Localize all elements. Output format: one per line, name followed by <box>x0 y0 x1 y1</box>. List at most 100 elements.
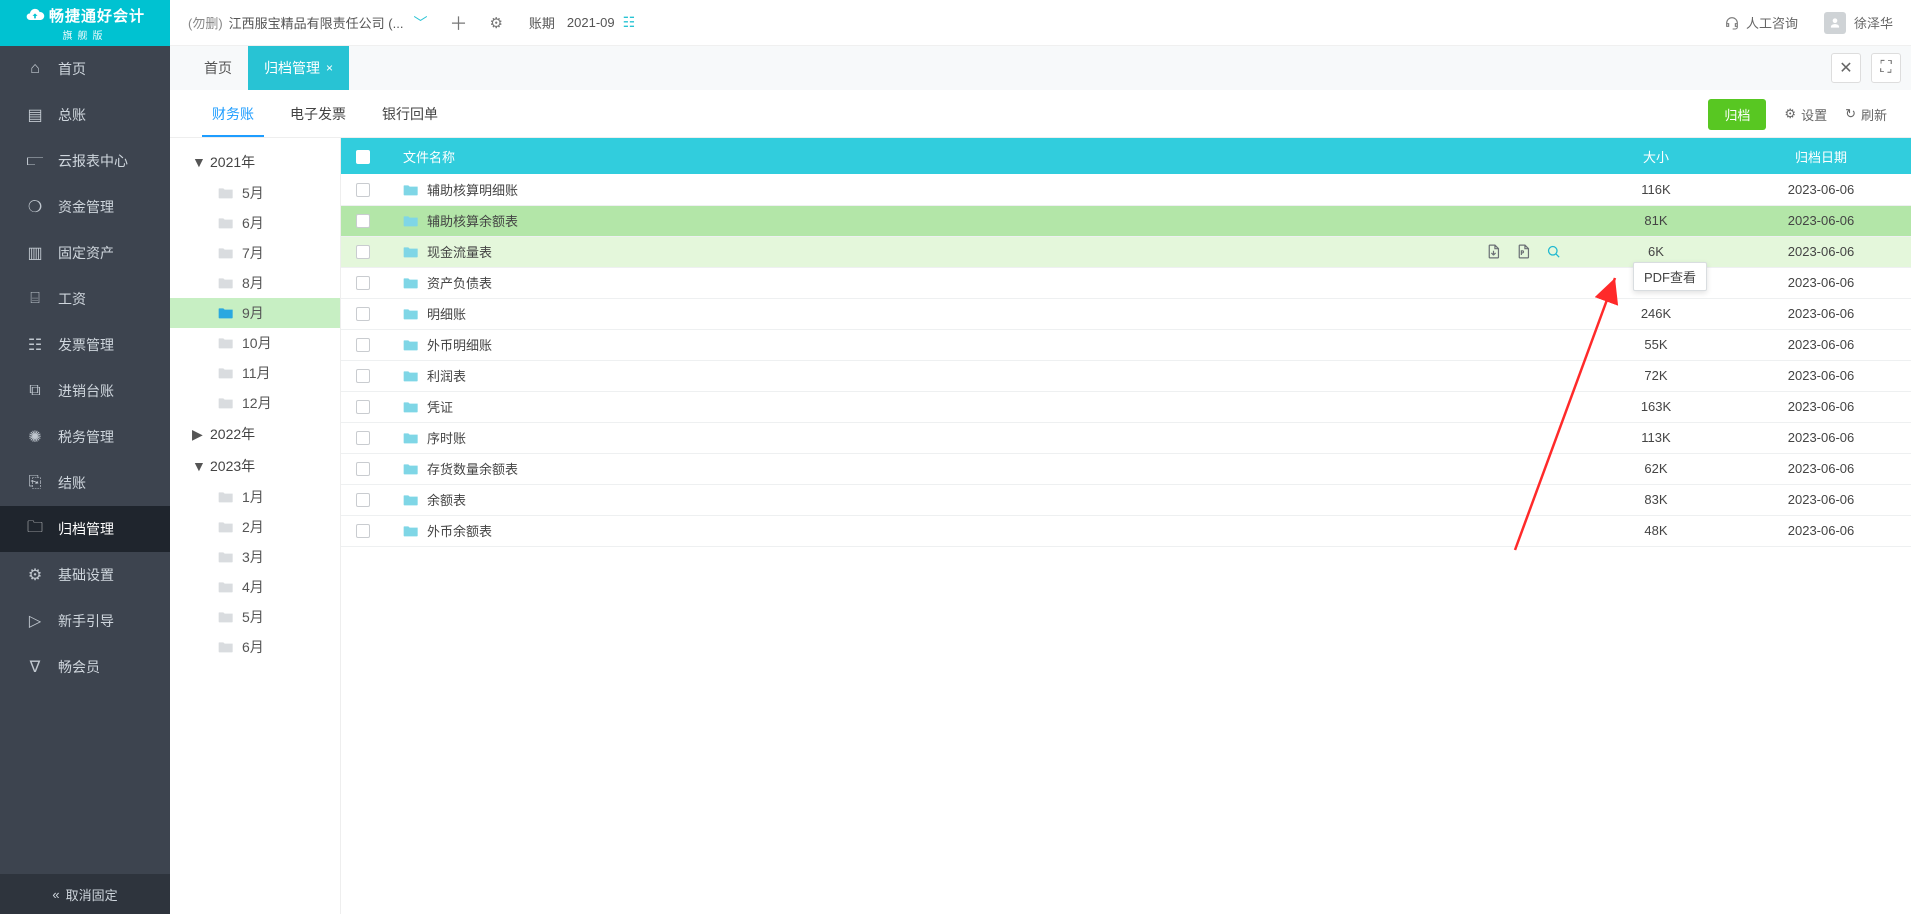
sidebar-item-guide[interactable]: ▷新手引导 <box>0 598 170 644</box>
row-date: 2023-06-06 <box>1731 515 1911 546</box>
folder-icon <box>218 366 234 380</box>
tree-month-label: 4月 <box>242 577 264 597</box>
col-size[interactable]: 大小 <box>1581 138 1731 174</box>
tree-year[interactable]: ▼2023年 <box>170 450 340 482</box>
refresh-link[interactable]: ↻刷新 <box>1845 105 1887 124</box>
row-size: 116K <box>1581 174 1731 205</box>
sidebar-item-ledger[interactable]: ▤总账 <box>0 92 170 138</box>
col-checkbox[interactable] <box>341 138 385 174</box>
subtab-1[interactable]: 电子发票 <box>272 91 364 137</box>
sidebar-item-fund[interactable]: ❍资金管理 <box>0 184 170 230</box>
tree-month[interactable]: 6月 <box>170 208 340 238</box>
sidebar-item-home[interactable]: ⌂首页 <box>0 46 170 92</box>
table-row[interactable]: 凭证 163K 2023-06-06 <box>341 391 1911 422</box>
tree-month[interactable]: 3月 <box>170 542 340 572</box>
headset-icon <box>1724 15 1740 31</box>
tree-year[interactable]: ▶2022年 <box>170 418 340 450</box>
tree-month[interactable]: 10月 <box>170 328 340 358</box>
row-checkbox[interactable] <box>341 174 385 205</box>
tree-month[interactable]: 5月 <box>170 602 340 632</box>
tree-month[interactable]: 4月 <box>170 572 340 602</box>
row-checkbox[interactable] <box>341 236 385 267</box>
folder-icon <box>218 550 234 564</box>
user-menu[interactable]: 徐泽华 <box>1824 12 1893 34</box>
tree-month[interactable]: 5月 <box>170 178 340 208</box>
add-button[interactable]: ＋ <box>449 10 467 36</box>
tab-home[interactable]: 首页 <box>188 46 248 90</box>
invoice-icon: ☷ <box>26 335 44 355</box>
table-row[interactable]: 序时账 113K 2023-06-06 <box>341 422 1911 453</box>
row-name: 余额表 <box>385 484 1581 515</box>
row-checkbox[interactable] <box>341 298 385 329</box>
row-checkbox[interactable] <box>341 484 385 515</box>
row-size: 81K <box>1581 205 1731 236</box>
table-row[interactable]: 外币余额表 48K 2023-06-06 <box>341 515 1911 546</box>
sidebar-item-settings[interactable]: ⚙基础设置 <box>0 552 170 598</box>
company-delete-prefix: (勿删) <box>188 13 223 32</box>
tree-month[interactable]: 9月 <box>170 298 340 328</box>
row-checkbox[interactable] <box>341 453 385 484</box>
row-checkbox[interactable] <box>341 329 385 360</box>
sidebar-item-chart[interactable]: ⫍云报表中心 <box>0 138 170 184</box>
sidebar-item-stock[interactable]: ⧉进销台账 <box>0 368 170 414</box>
tree-month-label: 3月 <box>242 547 264 567</box>
col-date[interactable]: 归档日期 <box>1731 138 1911 174</box>
tree-month[interactable]: 7月 <box>170 238 340 268</box>
subtab-2[interactable]: 银行回单 <box>364 91 456 137</box>
row-checkbox[interactable] <box>341 422 385 453</box>
folder-icon <box>403 524 419 538</box>
download-excel-icon[interactable] <box>1483 242 1503 262</box>
gear-icon[interactable]: ⚙ <box>489 14 502 32</box>
col-name[interactable]: 文件名称 <box>385 138 1581 174</box>
subtab-0[interactable]: 财务账 <box>194 91 272 137</box>
row-size: 246K <box>1581 298 1731 329</box>
sidebar-item-member[interactable]: ∇畅会员 <box>0 644 170 690</box>
company-selector[interactable]: (勿删) 江西服宝精品有限责任公司 (... ﹀ <box>188 13 427 33</box>
table-row[interactable]: 辅助核算明细账 116K 2023-06-06 <box>341 174 1911 205</box>
sidebar-item-invoice[interactable]: ☷发票管理 <box>0 322 170 368</box>
sidebar-item-wage[interactable]: ⌸工资 <box>0 276 170 322</box>
view-pdf-icon[interactable] <box>1543 242 1563 262</box>
row-checkbox[interactable] <box>341 205 385 236</box>
tab-archive[interactable]: 归档管理 × <box>248 46 349 90</box>
tree-month[interactable]: 6月 <box>170 632 340 662</box>
row-checkbox[interactable] <box>341 360 385 391</box>
tree-month[interactable]: 8月 <box>170 268 340 298</box>
fullscreen-button[interactable]: ⛶ <box>1871 53 1901 83</box>
table-row[interactable]: 存货数量余额表 62K 2023-06-06 <box>341 453 1911 484</box>
tree-month[interactable]: 2月 <box>170 512 340 542</box>
settings-link[interactable]: ⚙设置 <box>1784 105 1827 124</box>
tab-home-label: 首页 <box>204 58 232 78</box>
sidebar-unpin[interactable]: « 取消固定 <box>0 874 170 914</box>
table-row[interactable]: 外币明细账 55K 2023-06-06 <box>341 329 1911 360</box>
row-checkbox[interactable] <box>341 515 385 546</box>
brand-logo: 畅捷通好会计 <box>25 5 145 26</box>
gear-icon: ⚙ <box>1784 106 1796 122</box>
folder-icon <box>403 462 419 476</box>
close-icon[interactable]: × <box>326 61 333 75</box>
period-tree: ▼2021年5月6月7月8月9月10月11月12月▶2022年▼2023年1月2… <box>170 138 340 914</box>
sidebar-item-asset[interactable]: ▥固定资产 <box>0 230 170 276</box>
tree-year[interactable]: ▼2021年 <box>170 146 340 178</box>
tree-month[interactable]: 11月 <box>170 358 340 388</box>
row-checkbox[interactable] <box>341 391 385 422</box>
tree-month[interactable]: 1月 <box>170 482 340 512</box>
table-row[interactable]: 利润表 72K 2023-06-06 <box>341 360 1911 391</box>
sidebar-item-archive[interactable]: 🗀归档管理 <box>0 506 170 552</box>
folder-icon <box>218 216 234 230</box>
sidebar-item-tax[interactable]: ✺税务管理 <box>0 414 170 460</box>
archive-button[interactable]: 归档 <box>1708 99 1766 130</box>
table-row[interactable]: 明细账 246K 2023-06-06 <box>341 298 1911 329</box>
close-panel-button[interactable]: ✕ <box>1831 53 1861 83</box>
calendar-icon[interactable]: ☷ <box>623 14 636 31</box>
table-row[interactable]: 余额表 83K 2023-06-06 <box>341 484 1911 515</box>
top-bar: (勿删) 江西服宝精品有限责任公司 (... ﹀ ＋ ⚙ 账期 2021-09 … <box>170 0 1911 46</box>
table-row[interactable]: 辅助核算余额表 81K 2023-06-06 <box>341 205 1911 236</box>
help-link[interactable]: 人工咨询 <box>1724 13 1798 32</box>
folder-icon <box>403 183 419 197</box>
row-checkbox[interactable] <box>341 267 385 298</box>
sidebar-item-close-book[interactable]: ⎘结账 <box>0 460 170 506</box>
period-value[interactable]: 2021-09 <box>567 15 615 30</box>
download-pdf-icon[interactable] <box>1513 242 1533 262</box>
tree-month[interactable]: 12月 <box>170 388 340 418</box>
